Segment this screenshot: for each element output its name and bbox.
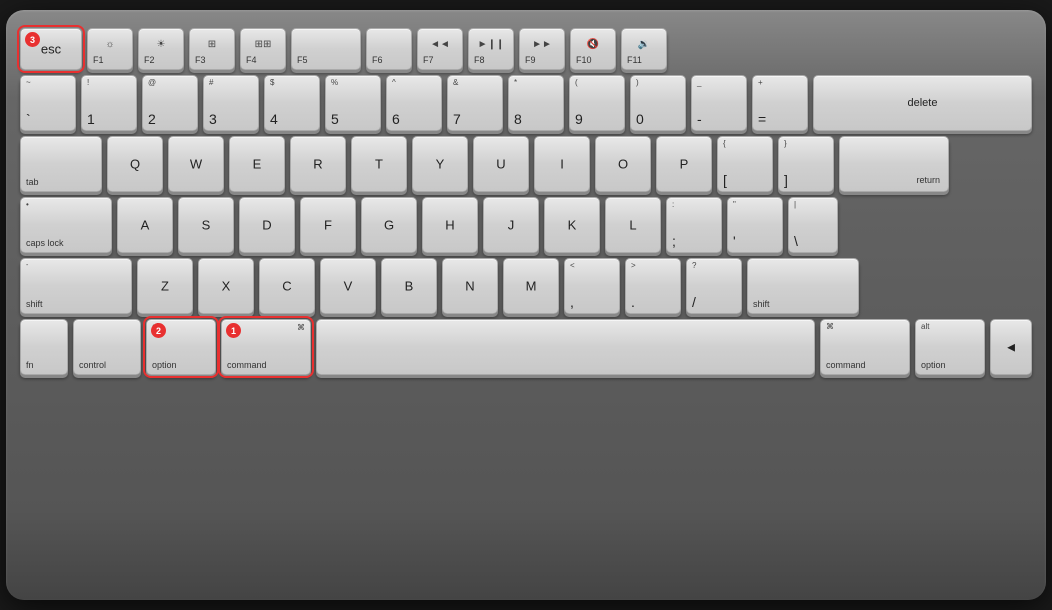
key-n[interactable]: N xyxy=(442,258,498,314)
key-f1[interactable]: ☼ F1 xyxy=(87,28,133,70)
key-2[interactable]: @ 2 xyxy=(142,75,198,131)
key-7[interactable]: & 7 xyxy=(447,75,503,131)
key-fn[interactable]: fn xyxy=(20,319,68,375)
key-esc-label: esc xyxy=(41,42,61,57)
key-e[interactable]: E xyxy=(229,136,285,192)
key-comma[interactable]: < , xyxy=(564,258,620,314)
key-semicolon[interactable]: : ; xyxy=(666,197,722,253)
key-g[interactable]: G xyxy=(361,197,417,253)
key-c[interactable]: C xyxy=(259,258,315,314)
zxcv-row: - shift Z X C V B N M < , > . ? / shift xyxy=(20,258,1032,314)
key-shift-right[interactable]: shift xyxy=(747,258,859,314)
key-3[interactable]: # 3 xyxy=(203,75,259,131)
key-f5[interactable]: F5 xyxy=(291,28,361,70)
key-q[interactable]: Q xyxy=(107,136,163,192)
key-arrow-left[interactable]: ◄ xyxy=(990,319,1032,375)
key-command-right[interactable]: ⌘ command xyxy=(820,319,910,375)
key-d[interactable]: D xyxy=(239,197,295,253)
key-r[interactable]: R xyxy=(290,136,346,192)
key-f9[interactable]: ►► F9 xyxy=(519,28,565,70)
key-period[interactable]: > . xyxy=(625,258,681,314)
key-m[interactable]: M xyxy=(503,258,559,314)
key-x[interactable]: X xyxy=(198,258,254,314)
badge-1: 1 xyxy=(226,323,241,338)
key-k[interactable]: K xyxy=(544,197,600,253)
key-bracket-l[interactable]: { [ xyxy=(717,136,773,192)
key-f10[interactable]: 🔇 F10 xyxy=(570,28,616,70)
key-caps-lock[interactable]: • caps lock xyxy=(20,197,112,253)
key-bracket-r[interactable]: } ] xyxy=(778,136,834,192)
badge-2: 2 xyxy=(151,323,166,338)
key-tab[interactable]: tab xyxy=(20,136,102,192)
key-control[interactable]: control xyxy=(73,319,141,375)
key-f2[interactable]: ☀ F2 xyxy=(138,28,184,70)
function-row: 3 esc ☼ F1 ☀ F2 ⊞ F3 ⊞⊞ F4 F5 F6 ◄◄ F7 xyxy=(20,28,1032,70)
key-command-left[interactable]: 1 ⌘ command xyxy=(221,319,311,375)
qwerty-row: tab Q W E R T Y U I O P { [ } ] return xyxy=(20,136,1032,192)
key-quote[interactable]: " ' xyxy=(727,197,783,253)
key-tilde[interactable]: ~ ` xyxy=(20,75,76,131)
key-1[interactable]: ! 1 xyxy=(81,75,137,131)
key-z[interactable]: Z xyxy=(137,258,193,314)
number-row: ~ ` ! 1 @ 2 # 3 $ 4 % 5 ^ 6 & 7 xyxy=(20,75,1032,131)
key-u[interactable]: U xyxy=(473,136,529,192)
key-w[interactable]: W xyxy=(168,136,224,192)
key-9[interactable]: ( 9 xyxy=(569,75,625,131)
key-4[interactable]: $ 4 xyxy=(264,75,320,131)
key-y[interactable]: Y xyxy=(412,136,468,192)
key-esc[interactable]: 3 esc xyxy=(20,28,82,70)
key-f4[interactable]: ⊞⊞ F4 xyxy=(240,28,286,70)
key-spacebar[interactable] xyxy=(316,319,815,375)
key-shift-left[interactable]: - shift xyxy=(20,258,132,314)
key-h[interactable]: H xyxy=(422,197,478,253)
key-slash[interactable]: ? / xyxy=(686,258,742,314)
key-l[interactable]: L xyxy=(605,197,661,253)
key-6[interactable]: ^ 6 xyxy=(386,75,442,131)
badge-3: 3 xyxy=(25,32,40,47)
key-s[interactable]: S xyxy=(178,197,234,253)
key-f7[interactable]: ◄◄ F7 xyxy=(417,28,463,70)
key-o[interactable]: O xyxy=(595,136,651,192)
key-j[interactable]: J xyxy=(483,197,539,253)
asdf-row: • caps lock A S D F G H J K L : ; " ' | … xyxy=(20,197,1032,253)
key-minus[interactable]: _ - xyxy=(691,75,747,131)
key-equals[interactable]: + = xyxy=(752,75,808,131)
key-f3[interactable]: ⊞ F3 xyxy=(189,28,235,70)
keyboard: 3 esc ☼ F1 ☀ F2 ⊞ F3 ⊞⊞ F4 F5 F6 ◄◄ F7 xyxy=(6,10,1046,600)
key-f6[interactable]: F6 xyxy=(366,28,412,70)
key-option-left[interactable]: 2 alt option xyxy=(146,319,216,375)
key-backslash[interactable]: | \ xyxy=(788,197,838,253)
key-5[interactable]: % 5 xyxy=(325,75,381,131)
key-f8[interactable]: ►❙❙ F8 xyxy=(468,28,514,70)
key-f11[interactable]: 🔉 F11 xyxy=(621,28,667,70)
key-backspace[interactable]: delete xyxy=(813,75,1032,131)
key-return[interactable]: return xyxy=(839,136,949,192)
key-i[interactable]: I xyxy=(534,136,590,192)
key-a[interactable]: A xyxy=(117,197,173,253)
key-t[interactable]: T xyxy=(351,136,407,192)
key-0[interactable]: ) 0 xyxy=(630,75,686,131)
bottom-row: fn control 2 alt option 1 ⌘ command ⌘ co… xyxy=(20,319,1032,375)
key-v[interactable]: V xyxy=(320,258,376,314)
key-option-right[interactable]: alt option xyxy=(915,319,985,375)
key-p[interactable]: P xyxy=(656,136,712,192)
key-b[interactable]: B xyxy=(381,258,437,314)
key-f[interactable]: F xyxy=(300,197,356,253)
key-8[interactable]: * 8 xyxy=(508,75,564,131)
